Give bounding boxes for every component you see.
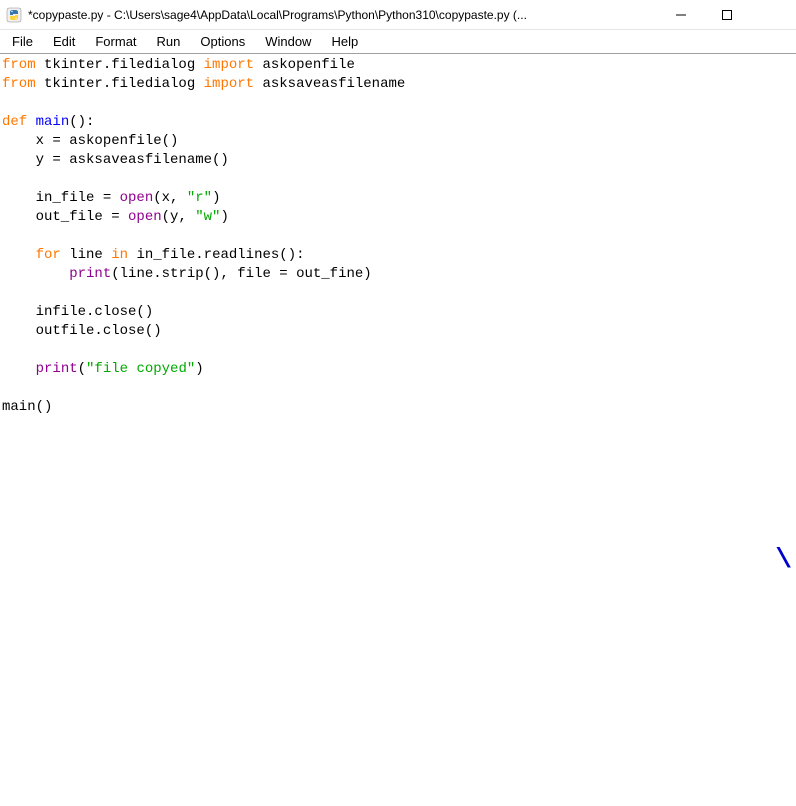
code-line[interactable] (2, 341, 796, 360)
minimize-button[interactable] (658, 0, 704, 30)
code-line[interactable]: outfile.close() (2, 322, 796, 341)
python-idle-icon (6, 7, 22, 23)
menu-edit[interactable]: Edit (45, 32, 83, 51)
menu-help[interactable]: Help (323, 32, 366, 51)
code-line[interactable]: print(line.strip(), file = out_fine) (2, 265, 796, 284)
code-editor[interactable]: from tkinter.filedialog import askopenfi… (0, 54, 796, 419)
code-line[interactable] (2, 227, 796, 246)
code-line[interactable]: y = asksaveasfilename() (2, 151, 796, 170)
code-line[interactable]: in_file = open(x, "r") (2, 189, 796, 208)
code-line[interactable]: from tkinter.filedialog import asksaveas… (2, 75, 796, 94)
code-line[interactable]: print("file copyed") (2, 360, 796, 379)
window-title: *copypaste.py - C:\Users\sage4\AppData\L… (28, 8, 658, 22)
code-line[interactable] (2, 94, 796, 113)
code-line[interactable] (2, 284, 796, 303)
window-controls (658, 0, 796, 30)
menu-window[interactable]: Window (257, 32, 319, 51)
menu-run[interactable]: Run (149, 32, 189, 51)
code-line[interactable]: infile.close() (2, 303, 796, 322)
code-line[interactable]: x = askopenfile() (2, 132, 796, 151)
code-line[interactable] (2, 170, 796, 189)
titlebar: *copypaste.py - C:\Users\sage4\AppData\L… (0, 0, 796, 30)
code-line[interactable]: for line in in_file.readlines(): (2, 246, 796, 265)
menubar: File Edit Format Run Options Window Help (0, 30, 796, 54)
menu-format[interactable]: Format (87, 32, 144, 51)
menu-file[interactable]: File (4, 32, 41, 51)
code-line[interactable] (2, 379, 796, 398)
maximize-button[interactable] (704, 0, 750, 30)
code-line[interactable]: from tkinter.filedialog import askopenfi… (2, 56, 796, 75)
code-line[interactable]: out_file = open(y, "w") (2, 208, 796, 227)
menu-options[interactable]: Options (192, 32, 253, 51)
code-line[interactable]: main() (2, 398, 796, 417)
partial-glyph: \ (775, 545, 792, 576)
code-line[interactable]: def main(): (2, 113, 796, 132)
